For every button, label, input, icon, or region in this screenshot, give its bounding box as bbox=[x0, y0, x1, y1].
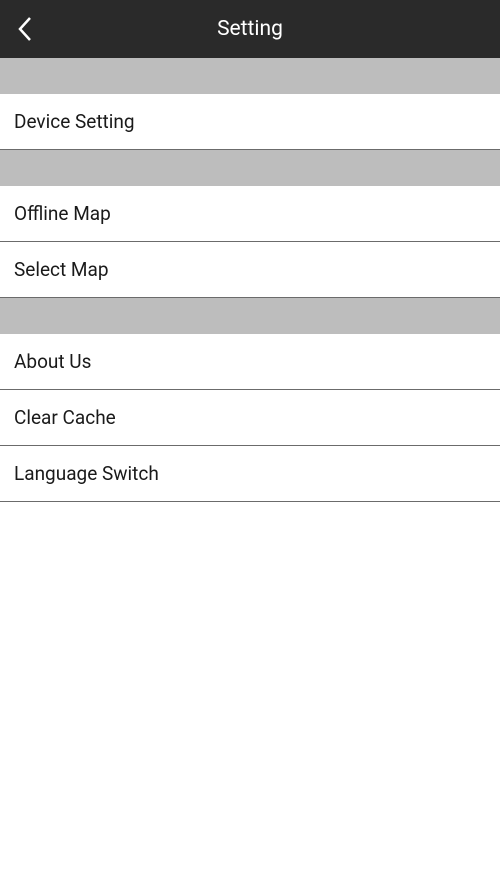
list-item-label: Select Map bbox=[14, 258, 109, 281]
header: Setting bbox=[0, 0, 500, 58]
chevron-left-icon bbox=[16, 15, 34, 43]
list-item-about-us[interactable]: About Us bbox=[0, 334, 500, 390]
page-title: Setting bbox=[0, 17, 500, 41]
list-item-label: Language Switch bbox=[14, 462, 159, 485]
list-item-clear-cache[interactable]: Clear Cache bbox=[0, 390, 500, 446]
section-divider bbox=[0, 150, 500, 186]
section-divider bbox=[0, 58, 500, 94]
list-item-label: About Us bbox=[14, 350, 91, 373]
list-item-label: Clear Cache bbox=[14, 406, 116, 429]
list-item-language-switch[interactable]: Language Switch bbox=[0, 446, 500, 502]
list-item-device-setting[interactable]: Device Setting bbox=[0, 94, 500, 150]
list-item-select-map[interactable]: Select Map bbox=[0, 242, 500, 298]
section-divider bbox=[0, 298, 500, 334]
list-item-label: Offline Map bbox=[14, 202, 111, 225]
list-item-offline-map[interactable]: Offline Map bbox=[0, 186, 500, 242]
back-button[interactable] bbox=[10, 14, 40, 44]
list-item-label: Device Setting bbox=[14, 110, 135, 133]
